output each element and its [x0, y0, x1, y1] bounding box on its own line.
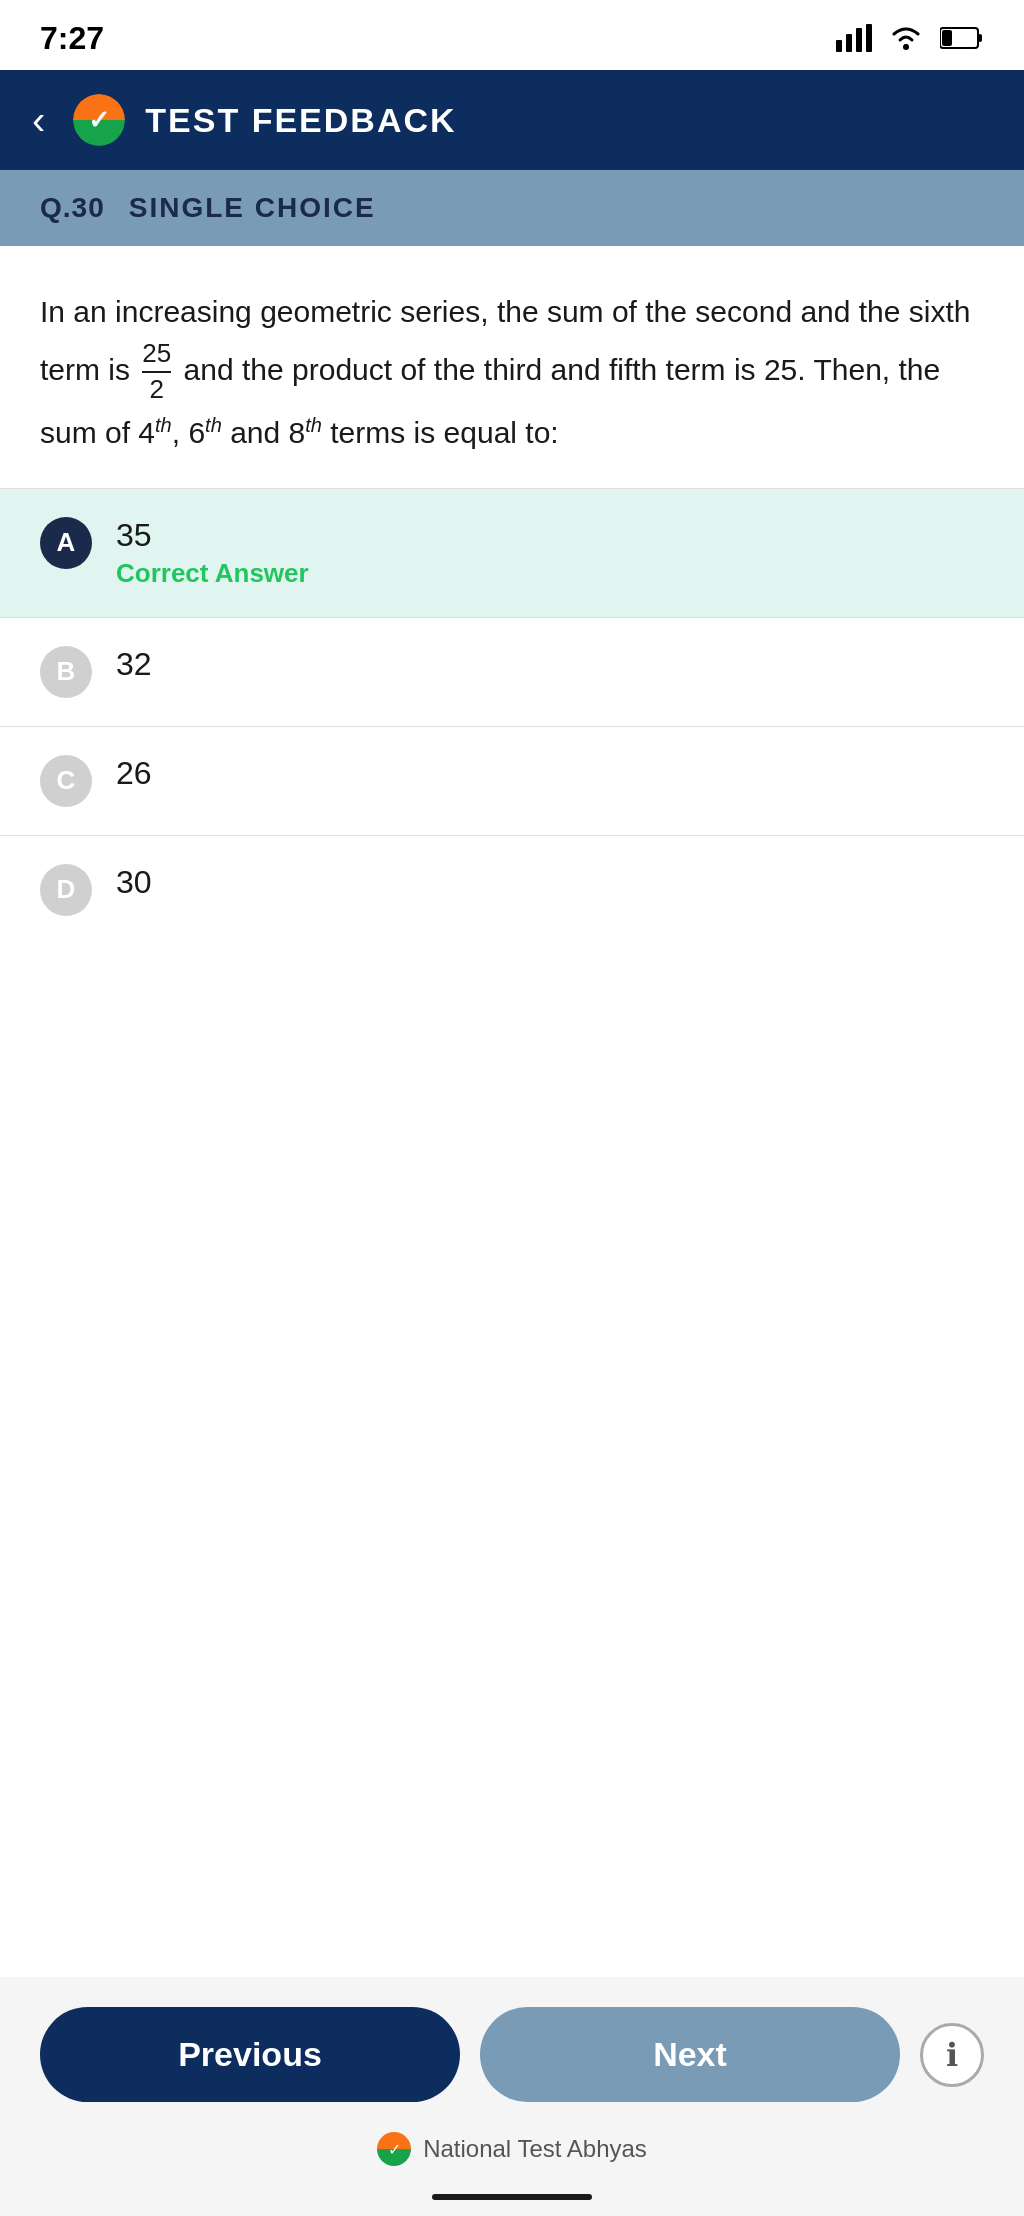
footer: Previous Next ℹ ✓ National Test Abhyas — [0, 1977, 1024, 2216]
option-a-content: 35 Correct Answer — [116, 517, 309, 589]
svg-rect-3 — [866, 24, 872, 52]
status-bar: 7:27 — [0, 0, 1024, 70]
status-icons — [836, 24, 984, 52]
option-a-badge: A — [40, 517, 92, 569]
option-d-value: 30 — [116, 864, 152, 901]
question-type: SINGLE CHOICE — [129, 192, 376, 224]
home-indicator — [432, 2194, 592, 2200]
option-d-content: 30 — [116, 864, 152, 901]
svg-rect-0 — [836, 40, 842, 52]
svg-rect-6 — [978, 34, 982, 42]
header-title: TEST FEEDBACK — [145, 101, 456, 140]
question-text: In an increasing geometric series, the s… — [40, 286, 984, 458]
footer-buttons: Previous Next ℹ — [0, 1977, 1024, 2132]
options-container: A 35 Correct Answer B 32 C 26 D 30 — [0, 488, 1024, 944]
svg-rect-2 — [856, 28, 862, 52]
fraction: 25 2 — [142, 337, 171, 407]
option-a[interactable]: A 35 Correct Answer — [0, 488, 1024, 617]
option-d-badge: D — [40, 864, 92, 916]
option-c-content: 26 — [116, 755, 152, 792]
footer-brand: ✓ National Test Abhyas — [0, 2132, 1024, 2186]
question-number: Q.30 — [40, 192, 105, 224]
option-c-badge: C — [40, 755, 92, 807]
app-logo: ✓ — [73, 94, 125, 146]
logo-check-icon: ✓ — [88, 105, 110, 136]
svg-rect-1 — [846, 34, 852, 52]
brand-name: National Test Abhyas — [423, 2135, 647, 2163]
previous-button[interactable]: Previous — [40, 2007, 460, 2102]
info-icon: ℹ — [946, 2036, 958, 2074]
option-c-value: 26 — [116, 755, 152, 792]
brand-logo: ✓ — [377, 2132, 411, 2166]
option-b[interactable]: B 32 — [0, 617, 1024, 726]
status-time: 7:27 — [40, 20, 104, 57]
signal-icon — [836, 24, 872, 52]
question-header: Q.30 SINGLE CHOICE — [0, 170, 1024, 246]
info-button[interactable]: ℹ — [920, 2023, 984, 2087]
main-content: Q.30 SINGLE CHOICE In an increasing geom… — [0, 170, 1024, 2216]
option-c[interactable]: C 26 — [0, 726, 1024, 835]
battery-icon — [940, 26, 984, 50]
next-button[interactable]: Next — [480, 2007, 900, 2102]
option-b-badge: B — [40, 646, 92, 698]
option-b-value: 32 — [116, 646, 152, 683]
question-body: In an increasing geometric series, the s… — [0, 246, 1024, 488]
svg-rect-7 — [942, 30, 952, 46]
app-header: ‹ ✓ TEST FEEDBACK — [0, 70, 1024, 170]
back-button[interactable]: ‹ — [32, 98, 45, 143]
option-a-value: 35 — [116, 517, 309, 554]
correct-answer-label: Correct Answer — [116, 558, 309, 589]
brand-check-icon: ✓ — [388, 2140, 401, 2159]
svg-point-4 — [903, 44, 909, 50]
wifi-icon — [888, 24, 924, 52]
option-d[interactable]: D 30 — [0, 835, 1024, 944]
option-b-content: 32 — [116, 646, 152, 683]
